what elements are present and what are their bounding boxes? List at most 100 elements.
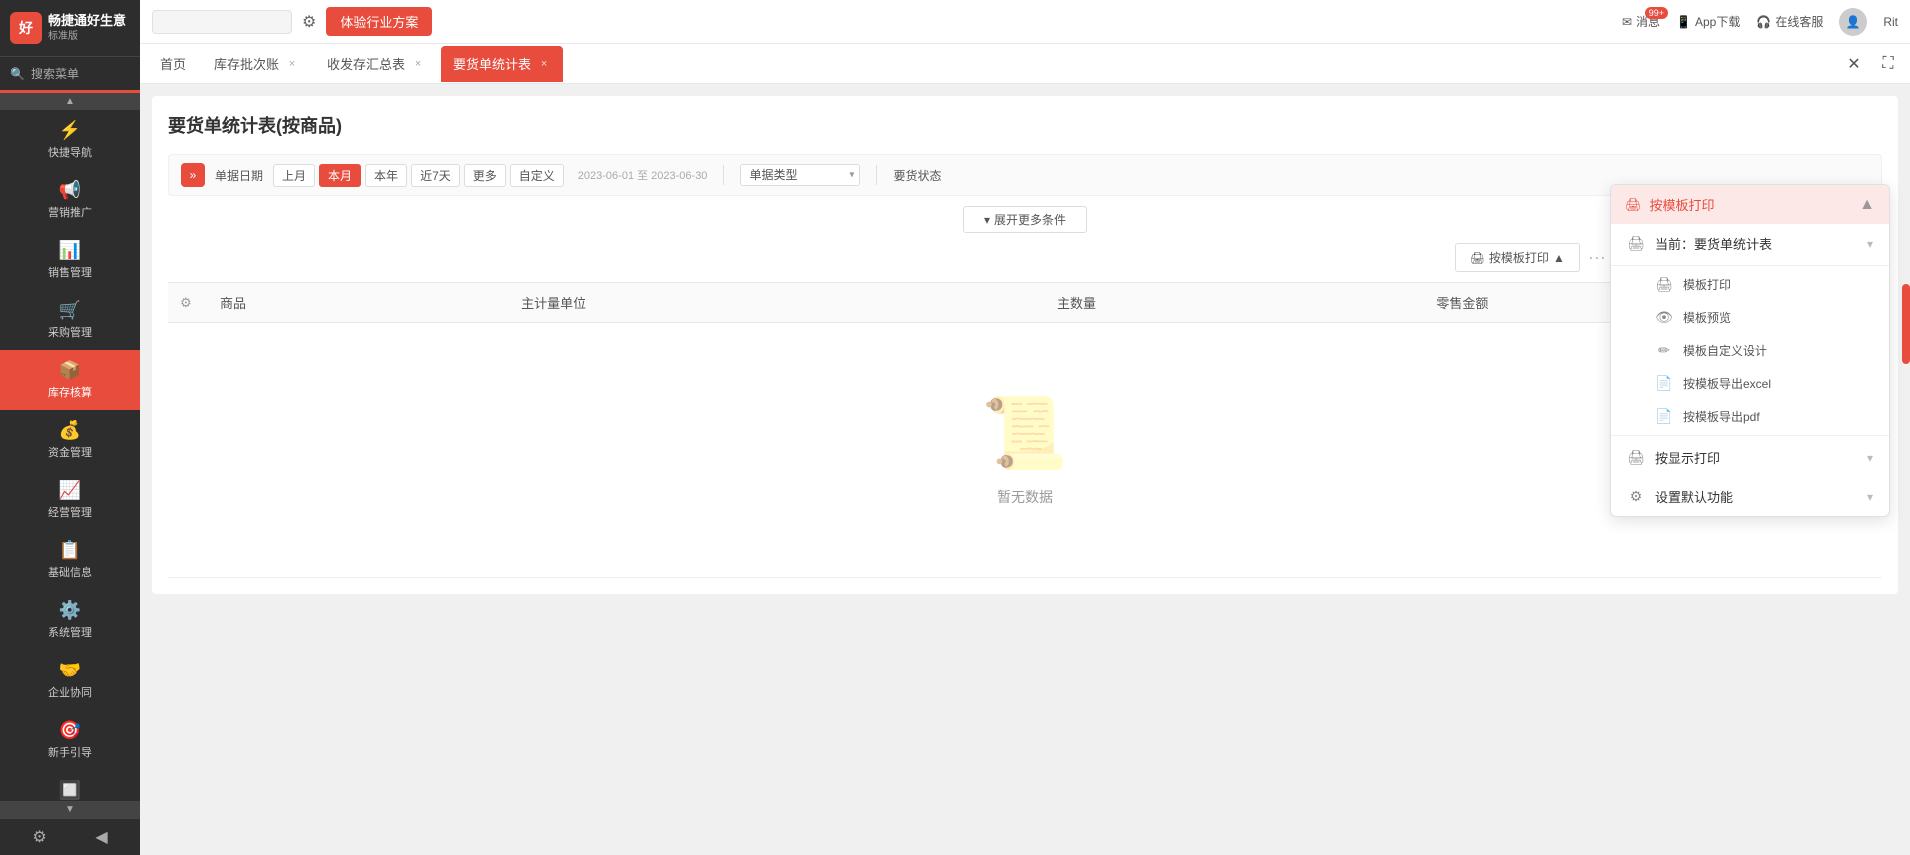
sidebar-item-label: 企业协同 [48,684,92,700]
sidebar-item-label: 销售管理 [48,264,92,280]
topbar-search-input[interactable] [152,10,292,34]
order-status-label: 要货状态 [893,167,941,184]
filter-date-prev-month[interactable]: 上月 [273,164,315,187]
app-name: 畅捷通好生意 [48,12,126,30]
filter-date-more[interactable]: 更多 [464,164,506,187]
sidebar-item-finance[interactable]: 💰 资金管理 [0,410,140,470]
template-pdf-label: 按模板导出pdf [1683,408,1873,425]
trial-button[interactable]: 体验行业方案 [326,7,432,36]
expand-more-btn[interactable]: ▾ 展开更多条件 [963,206,1087,233]
template-design-icon: ✏ [1655,342,1673,359]
sidebar-item-collab[interactable]: 🤝 企业协同 [0,650,140,710]
right-scrollbar[interactable] [1902,84,1910,855]
sidebar-item-label: 快捷导航 [48,144,92,160]
topbar: ⚙ 体验行业方案 ✉ 消息 99+ 📱 App下载 🎧 在线客服 👤 Rit [140,0,1910,44]
guide-icon: 🎯 [59,720,81,741]
app-edition: 标准版 [48,30,126,44]
filter-date-range: 2023-06-01 至 2023-06-30 [578,167,708,183]
sidebar-item-label: 库存核算 [48,384,92,400]
display-print-label: 按显示打印 [1655,448,1857,467]
empty-text: 暂无数据 [997,487,1053,507]
col-settings: ⚙ [168,283,208,323]
col-unit: 主计量单位 [509,283,1045,323]
tab-order-stats[interactable]: 要货单统计表 × [441,46,563,82]
filter-doc-type-select[interactable]: 单据类型 [740,164,860,186]
app-download-icon: 📱 [1676,15,1691,29]
sales-icon: 📊 [59,240,81,261]
sidebar-item-basics[interactable]: 📋 基础信息 [0,530,140,590]
tabs-right: ✕ ⛶ [1840,50,1902,78]
dropdown-close-btn[interactable]: ▲ [1859,196,1875,214]
filter-divider-2 [876,165,877,185]
filter-date-custom[interactable]: 自定义 [510,164,564,187]
dropdown-current-template[interactable]: 🖨 当前：要货单统计表 ▾ [1611,224,1889,263]
message-icon: ✉ [1622,15,1632,29]
sidebar-scroll-down[interactable]: ▼ [0,801,140,818]
sidebar-item-purchase[interactable]: 🛒 采购管理 [0,290,140,350]
tab-home[interactable]: 首页 [148,46,198,82]
template-excel-icon: 📄 [1655,375,1673,392]
operations-icon: 📈 [59,480,81,501]
dropdown-template-print[interactable]: 🖨 模板打印 [1611,268,1889,301]
tab-receipts-summary[interactable]: 收发存汇总表 × [315,46,437,82]
sidebar-search[interactable]: 🔍 搜索菜单 [0,57,140,90]
tab-batch-account[interactable]: 库存批次账 × [202,46,311,82]
toolbar-more-icon[interactable]: ··· [1588,247,1606,268]
avatar-icon: 👤 [1846,15,1861,29]
tab-close-window-btn[interactable]: ✕ [1840,50,1868,78]
topbar-app-download[interactable]: 📱 App下载 [1676,13,1740,30]
topbar-online-service[interactable]: 🎧 在线客服 [1756,13,1823,30]
tab-batch-account-close[interactable]: × [285,57,299,71]
sidebar-item-apps[interactable]: 🔲 应用中心 [0,770,140,801]
template-design-label: 模板自定义设计 [1683,342,1873,359]
filter-divider-1 [723,165,724,185]
tab-batch-account-label: 库存批次账 [214,54,279,73]
filter-date-btns: 上月 本月 本年 近7天 更多 自定义 [273,164,564,187]
tab-home-label: 首页 [160,54,186,73]
sidebar-item-inventory[interactable]: 📦 库存核算 [0,350,140,410]
sidebar-item-operations[interactable]: 📈 经营管理 [0,470,140,530]
current-template-label: 当前：要货单统计表 [1655,234,1857,253]
sidebar-footer-collapse[interactable]: ◀ [95,827,107,847]
app-download-label: App下载 [1695,13,1740,30]
messages-badge: 99+ [1645,7,1668,19]
template-print-label: 模板打印 [1683,276,1873,293]
apps-icon: 🔲 [59,780,81,801]
sidebar-item-quick-nav[interactable]: ⚡ 快捷导航 [0,110,140,170]
topbar-settings-icon[interactable]: ⚙ [302,12,316,32]
empty-icon: 📜 [981,393,1068,475]
display-print-icon: 🖨 [1627,449,1645,466]
dropdown-set-default[interactable]: ⚙ 设置默认功能 ▾ [1611,477,1889,516]
dropdown-template-preview[interactable]: 👁 模板预览 [1611,301,1889,334]
sidebar-footer-settings[interactable]: ⚙ [32,827,46,847]
topbar-avatar[interactable]: 👤 [1839,8,1867,36]
tab-order-stats-close[interactable]: × [537,57,551,71]
sidebar-logo: 好 畅捷通好生意 标准版 [0,0,140,57]
filter-date-current-month[interactable]: 本月 [319,164,361,187]
print-template-btn[interactable]: 🖨 按模板打印 ▲ [1455,243,1580,272]
table-settings-icon[interactable]: ⚙ [180,295,192,310]
page-title: 要货单统计表(按商品) [168,112,1882,138]
dropdown-display-print[interactable]: 🖨 按显示打印 ▾ [1611,438,1889,477]
sidebar-scroll-up[interactable]: ▲ [0,93,140,110]
sidebar-item-guide[interactable]: 🎯 新手引导 [0,710,140,770]
filter-date-7days[interactable]: 近7天 [411,164,460,187]
dropdown-template-excel[interactable]: 📄 按模板导出excel [1611,367,1889,400]
tab-expand-btn[interactable]: ⛶ [1874,50,1902,78]
sidebar-item-marketing[interactable]: 📢 营销推广 [0,170,140,230]
sidebar-item-label: 基础信息 [48,564,92,580]
sidebar-item-system[interactable]: ⚙️ 系统管理 [0,590,140,650]
sidebar-item-label: 系统管理 [48,624,92,640]
print-template-label: 按模板打印 [1489,249,1549,266]
sidebar-item-sales[interactable]: 📊 销售管理 [0,230,140,290]
dropdown-template-design[interactable]: ✏ 模板自定义设计 [1611,334,1889,367]
inventory-icon: 📦 [59,360,81,381]
topbar-messages[interactable]: ✉ 消息 99+ [1622,13,1660,30]
filter-expand-btn[interactable]: » [181,163,205,187]
dropdown-template-pdf[interactable]: 📄 按模板导出pdf [1611,400,1889,433]
tab-receipts-summary-close[interactable]: × [411,57,425,71]
display-print-arrow: ▾ [1867,451,1873,465]
printer-icon: 🖨 [1470,251,1485,265]
filter-doc-type-wrap: 单据类型 [740,164,860,186]
filter-date-year[interactable]: 本年 [365,164,407,187]
